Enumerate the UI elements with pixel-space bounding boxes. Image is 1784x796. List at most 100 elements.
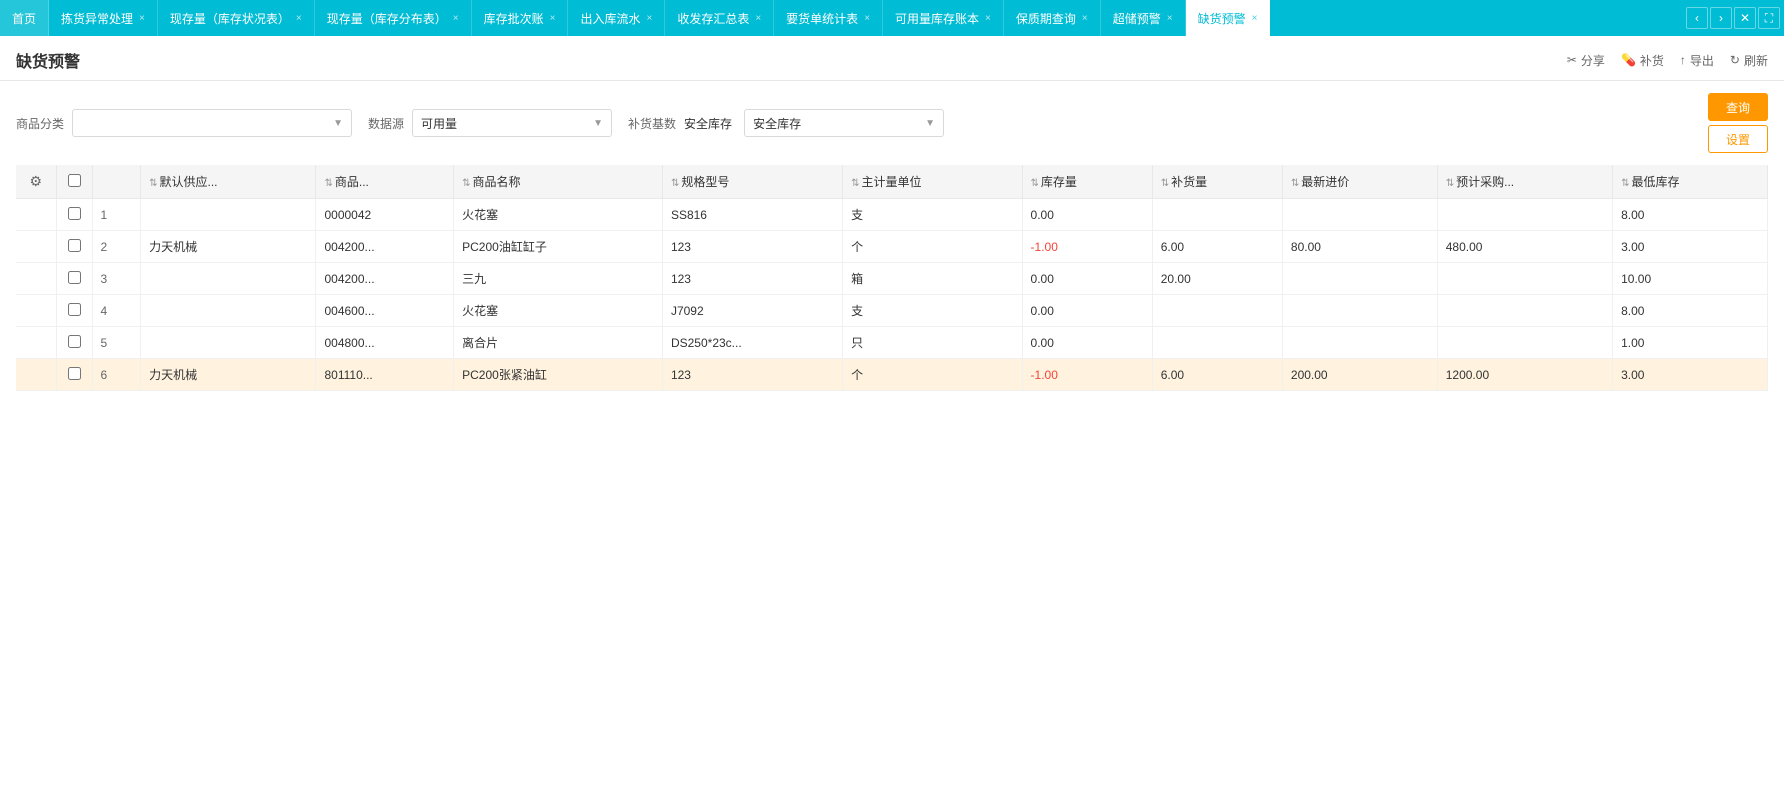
tab-close-btn[interactable]: × <box>453 13 459 24</box>
est-purchase-cell <box>1437 327 1612 359</box>
sort-icon-9: ⇅ <box>1446 178 1454 189</box>
gear-icon[interactable]: ⚙ <box>29 173 42 189</box>
tab-item-available-ledger[interactable]: 可用量库存账本 × <box>883 0 1004 36</box>
tab-item-inventory-status[interactable]: 现存量（库存状况表）× <box>158 0 315 36</box>
min-stock-cell: 8.00 <box>1613 295 1768 327</box>
spec-model-cell: DS250*23c... <box>662 327 842 359</box>
product-name-column-header[interactable]: ⇅商品名称 <box>454 165 663 199</box>
latest-price-cell: 200.00 <box>1282 359 1437 391</box>
tab-close-btn[interactable]: × <box>1167 13 1173 24</box>
tab-close-btn[interactable]: × <box>646 13 652 24</box>
tab-close-btn[interactable]: × <box>139 13 145 24</box>
est-purchase-cell <box>1437 199 1612 231</box>
unit-column-header[interactable]: ⇅主计量单位 <box>843 165 1022 199</box>
page-header: 缺货预警 ✂ 分享 💊 补货 ↑ 导出 ↻ 刷新 <box>0 36 1784 81</box>
product-name-cell: 火花塞 <box>454 199 663 231</box>
replenish-icon: 💊 <box>1621 53 1636 67</box>
table-row: 4 004600... 火花塞 J7092 支 0.00 8.00 <box>16 295 1768 327</box>
spec-model-column-header[interactable]: ⇅规格型号 <box>662 165 842 199</box>
row-checkbox[interactable] <box>68 303 81 316</box>
row-checkbox-cell[interactable] <box>56 263 92 295</box>
row-checkbox[interactable] <box>68 367 81 380</box>
tab-item-demand-stat[interactable]: 要货单统计表 × <box>774 0 883 36</box>
settings-column-header[interactable]: ⚙ <box>16 165 56 199</box>
tab-close-btn[interactable]: × <box>864 13 870 24</box>
product-code-column-header[interactable]: ⇅商品... <box>316 165 454 199</box>
query-button[interactable]: 查询 <box>1708 93 1768 121</box>
refresh-button[interactable]: ↻ 刷新 <box>1730 52 1768 69</box>
tab-label: 缺货预警 <box>1198 10 1246 27</box>
spec-model-cell: SS816 <box>662 199 842 231</box>
tab-item-expiry-query[interactable]: 保质期查询× <box>1004 0 1101 36</box>
sort-icon-10: ⇅ <box>1621 178 1629 189</box>
tab-item-receipt-summary[interactable]: 收发存汇总表× <box>665 0 774 36</box>
product-name-cell: PC200张紧油缸 <box>454 359 663 391</box>
sort-icon-3: ⇅ <box>462 178 470 189</box>
checkbox-column-header[interactable] <box>56 165 92 199</box>
tab-close-btn[interactable]: × <box>755 13 761 24</box>
est-purchase-column-header[interactable]: ⇅预计采购... <box>1437 165 1612 199</box>
row-checkbox[interactable] <box>68 335 81 348</box>
tab-close-btn[interactable]: × <box>296 13 302 24</box>
row-checkbox[interactable] <box>68 239 81 252</box>
tab-item-inventory-dist[interactable]: 现存量（库存分布表）× <box>315 0 472 36</box>
row-checkbox-cell[interactable] <box>56 359 92 391</box>
tab-fullscreen-button[interactable]: ⛶ <box>1758 7 1780 29</box>
tab-item-stockout[interactable]: 缺货预警 × <box>1186 0 1271 36</box>
datasource-select[interactable]: 可用量 ▼ <box>412 109 612 137</box>
sort-icon: ⇅ <box>149 178 157 189</box>
tab-item-home[interactable]: 首页 <box>0 0 49 36</box>
tab-close-btn[interactable]: × <box>985 13 991 24</box>
data-table: ⚙ ⇅默认供应... ⇅商品... ⇅商品名称 <box>16 165 1768 391</box>
select-all-checkbox[interactable] <box>68 174 81 187</box>
tab-close-all-button[interactable]: ✕ <box>1734 7 1756 29</box>
tab-item-abnormal[interactable]: 拣货异常处理× <box>49 0 158 36</box>
tab-label: 可用量库存账本 <box>895 10 979 27</box>
tab-close-btn[interactable]: × <box>1252 13 1258 24</box>
tab-label: 首页 <box>12 10 36 27</box>
replenish-button[interactable]: 💊 补货 <box>1621 52 1664 69</box>
unit-cell: 箱 <box>843 263 1022 295</box>
replenish-qty-column-header[interactable]: ⇅补货量 <box>1152 165 1282 199</box>
product-name-cell: 火花塞 <box>454 295 663 327</box>
row-checkbox-cell[interactable] <box>56 327 92 359</box>
tab-close-btn[interactable]: × <box>1082 13 1088 24</box>
row-checkbox[interactable] <box>68 207 81 220</box>
row-checkbox-cell[interactable] <box>56 231 92 263</box>
settings-button[interactable]: 设置 <box>1708 125 1768 153</box>
min-stock-column-header[interactable]: ⇅最低库存 <box>1613 165 1768 199</box>
tab-item-batch-account[interactable]: 库存批次账× <box>472 0 569 36</box>
row-checkbox-cell[interactable] <box>56 199 92 231</box>
share-button[interactable]: ✂ 分享 <box>1567 52 1605 69</box>
est-purchase-cell <box>1437 263 1612 295</box>
product-code-cell: 004200... <box>316 231 454 263</box>
product-code-cell: 004200... <box>316 263 454 295</box>
stock-qty-column-header[interactable]: ⇅库存量 <box>1022 165 1152 199</box>
default-supplier-cell <box>141 263 316 295</box>
row-checkbox[interactable] <box>68 271 81 284</box>
tab-close-btn[interactable]: × <box>550 13 556 24</box>
tab-item-inout-flow[interactable]: 出入库流水× <box>568 0 665 36</box>
est-purchase-cell: 1200.00 <box>1437 359 1612 391</box>
tab-label: 要货单统计表 <box>786 10 858 27</box>
unit-cell: 个 <box>843 231 1022 263</box>
replenish-qty-cell <box>1152 199 1282 231</box>
spec-model-cell: 123 <box>662 359 842 391</box>
filter-action-buttons: 查询 设置 <box>1708 93 1768 153</box>
latest-price-cell: 80.00 <box>1282 231 1437 263</box>
replenish-base-select[interactable]: 安全库存 ▼ <box>744 109 944 137</box>
latest-price-column-header[interactable]: ⇅最新进价 <box>1282 165 1437 199</box>
row-checkbox-cell[interactable] <box>56 295 92 327</box>
tab-item-overstock[interactable]: 超储预警× <box>1101 0 1186 36</box>
default-supplier-column-header[interactable]: ⇅默认供应... <box>141 165 316 199</box>
stock-qty-cell: 0.00 <box>1022 295 1152 327</box>
latest-price-cell <box>1282 263 1437 295</box>
product-name-cell: 离合片 <box>454 327 663 359</box>
category-select[interactable]: ▼ <box>72 109 352 137</box>
tab-next-button[interactable]: › <box>1710 7 1732 29</box>
export-button[interactable]: ↑ 导出 <box>1680 52 1714 69</box>
tab-prev-button[interactable]: ‹ <box>1686 7 1708 29</box>
table-row: 2 力天机械 004200... PC200油缸缸子 123 个 -1.00 6… <box>16 231 1768 263</box>
unit-cell: 支 <box>843 199 1022 231</box>
category-filter-group: 商品分类 ▼ <box>16 109 352 137</box>
